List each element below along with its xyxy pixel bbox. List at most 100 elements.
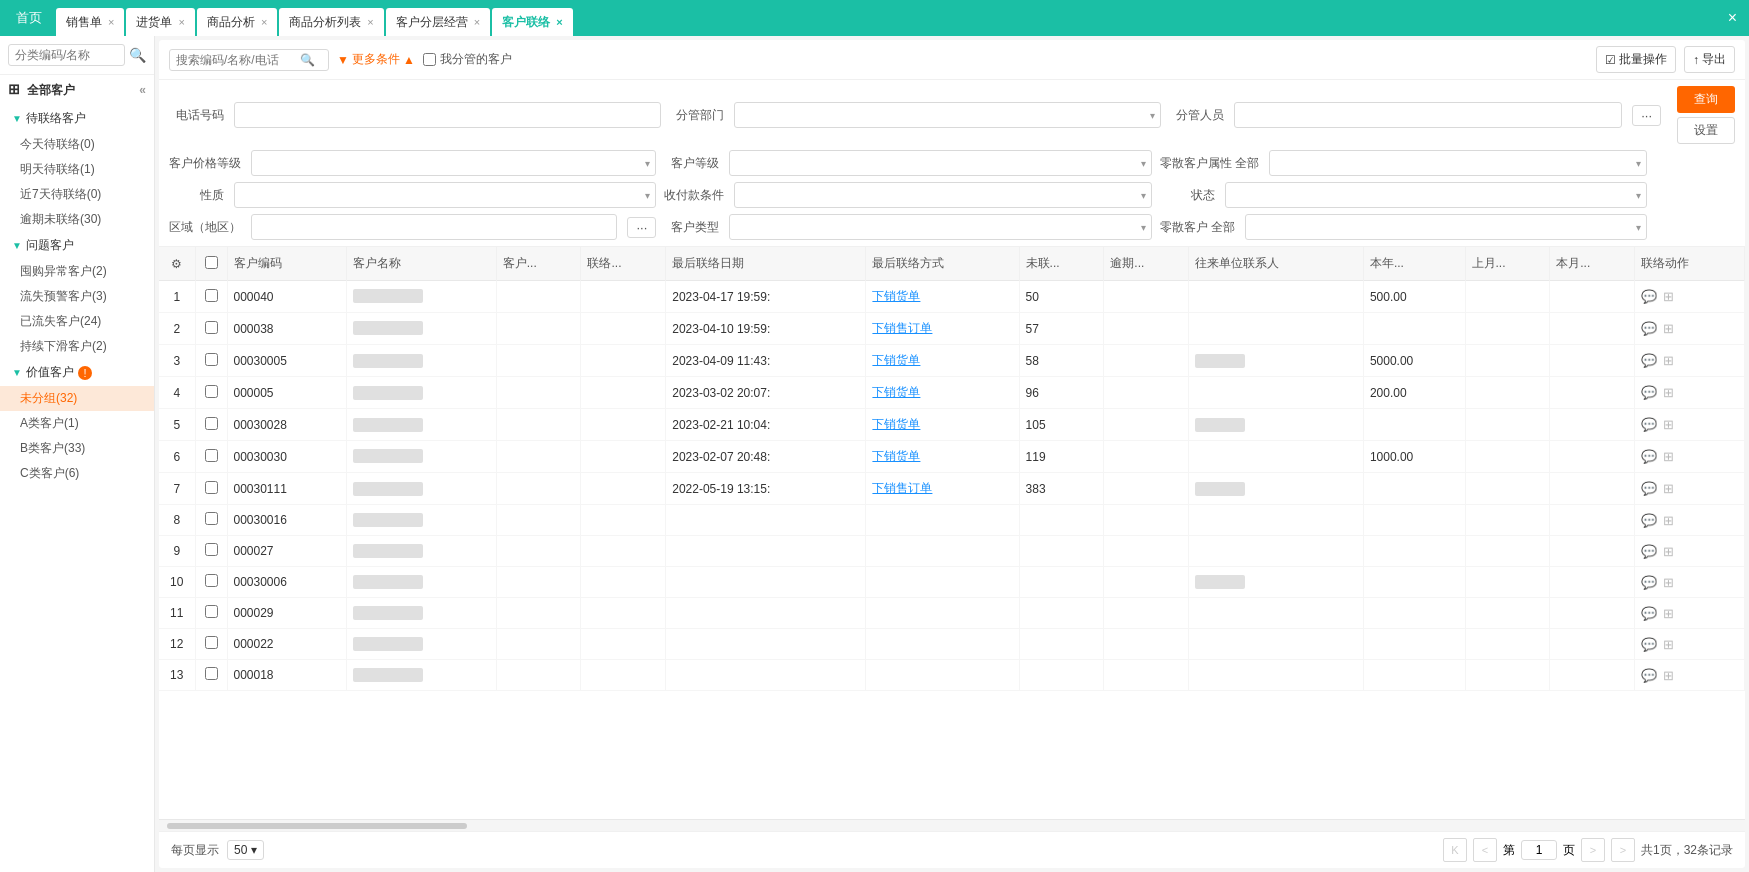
row-checkbox[interactable] xyxy=(205,636,218,649)
row-last-contact-method[interactable]: 下销售订单 xyxy=(866,313,1019,345)
sidebar-value-group[interactable]: ▼ 价值客户 ! xyxy=(0,359,154,386)
chat-icon[interactable]: 💬 xyxy=(1641,321,1657,336)
chat-icon[interactable]: 💬 xyxy=(1641,544,1657,559)
tab-sales-order[interactable]: 销售单 × xyxy=(56,8,124,36)
chat-icon[interactable]: 💬 xyxy=(1641,606,1657,621)
price-level-select[interactable] xyxy=(251,150,656,176)
customer-level-select[interactable] xyxy=(729,150,1151,176)
select-all-checkbox[interactable] xyxy=(205,256,218,269)
row-last-contact-method[interactable] xyxy=(866,629,1019,660)
sidebar-item-hoarding[interactable]: 囤购异常客户(2) xyxy=(0,259,154,284)
tab-customer-tier-close[interactable]: × xyxy=(474,16,480,28)
grid-icon[interactable]: ⊞ xyxy=(1663,289,1674,304)
region-input[interactable] xyxy=(251,214,617,240)
row-last-contact-method[interactable]: 下销货单 xyxy=(866,377,1019,409)
sidebar-all-customers[interactable]: ⊞ 全部客户 « xyxy=(0,75,154,105)
my-customers-checkbox[interactable] xyxy=(423,53,436,66)
row-last-contact-method[interactable] xyxy=(866,536,1019,567)
tab-product-analysis-list-close[interactable]: × xyxy=(367,16,373,28)
row-checkbox[interactable] xyxy=(205,481,218,494)
chat-icon[interactable]: 💬 xyxy=(1641,481,1657,496)
sidebar-item-ungrouped[interactable]: 未分组(32) xyxy=(0,386,154,411)
row-last-contact-method[interactable] xyxy=(866,505,1019,536)
tab-customer-contact-close[interactable]: × xyxy=(556,16,562,28)
filter-search-icon[interactable]: 🔍 xyxy=(300,53,315,67)
grid-icon[interactable]: ⊞ xyxy=(1663,321,1674,336)
export-button[interactable]: ↑ 导出 xyxy=(1684,46,1735,73)
grid-icon[interactable]: ⊞ xyxy=(1663,513,1674,528)
row-checkbox[interactable] xyxy=(205,321,218,334)
payment-select[interactable] xyxy=(734,182,1151,208)
sidebar-item-class-a[interactable]: A类客户(1) xyxy=(0,411,154,436)
last-method-link[interactable]: 下销售订单 xyxy=(872,321,932,335)
sidebar-item-class-b[interactable]: B类客户(33) xyxy=(0,436,154,461)
sidebar-item-overdue-pending[interactable]: 逾期未联络(30) xyxy=(0,207,154,232)
row-last-contact-method[interactable]: 下销货单 xyxy=(866,441,1019,473)
row-checkbox[interactable] xyxy=(205,417,218,430)
grid-icon[interactable]: ⊞ xyxy=(1663,385,1674,400)
grid-icon[interactable]: ⊞ xyxy=(1663,575,1674,590)
tab-customer-tier[interactable]: 客户分层经营 × xyxy=(386,8,490,36)
tab-purchase-order[interactable]: 进货单 × xyxy=(126,8,194,36)
page-number-input[interactable] xyxy=(1521,840,1557,860)
row-last-contact-method[interactable] xyxy=(866,660,1019,691)
first-page-btn[interactable]: K xyxy=(1443,838,1467,862)
row-last-contact-method[interactable]: 下销货单 xyxy=(866,409,1019,441)
tab-product-analysis-list[interactable]: 商品分析列表 × xyxy=(279,8,383,36)
person-input[interactable] xyxy=(1234,102,1622,128)
filter-more-btn[interactable]: ▼ 更多条件 ▲ xyxy=(337,51,415,68)
last-method-link[interactable]: 下销货单 xyxy=(872,353,920,367)
chat-icon[interactable]: 💬 xyxy=(1641,289,1657,304)
row-last-contact-method[interactable]: 下销货单 xyxy=(866,281,1019,313)
query-button[interactable]: 查询 xyxy=(1677,86,1735,113)
sidebar-item-today-pending[interactable]: 今天待联络(0) xyxy=(0,132,154,157)
window-close-button[interactable]: × xyxy=(1720,9,1745,27)
tab-purchase-order-close[interactable]: × xyxy=(178,16,184,28)
row-checkbox[interactable] xyxy=(205,574,218,587)
zero-retail-attr-select[interactable] xyxy=(1269,150,1647,176)
row-checkbox[interactable] xyxy=(205,449,218,462)
row-checkbox[interactable] xyxy=(205,353,218,366)
grid-icon[interactable]: ⊞ xyxy=(1663,637,1674,652)
grid-icon[interactable]: ⊞ xyxy=(1663,606,1674,621)
chat-icon[interactable]: 💬 xyxy=(1641,637,1657,652)
sidebar-collapse-icon[interactable]: « xyxy=(139,83,146,97)
sidebar-item-churn-warning[interactable]: 流失预警客户(3) xyxy=(0,284,154,309)
chat-icon[interactable]: 💬 xyxy=(1641,513,1657,528)
row-checkbox[interactable] xyxy=(205,605,218,618)
home-tab[interactable]: 首页 xyxy=(4,9,54,27)
batch-op-button[interactable]: ☑ 批量操作 xyxy=(1596,46,1676,73)
sidebar-problem-group[interactable]: ▼ 问题客户 xyxy=(0,232,154,259)
row-checkbox[interactable] xyxy=(205,289,218,302)
row-checkbox[interactable] xyxy=(205,667,218,680)
horizontal-scrollbar[interactable] xyxy=(167,823,467,829)
sidebar-item-declining[interactable]: 持续下滑客户(2) xyxy=(0,334,154,359)
nature-select[interactable] xyxy=(234,182,656,208)
row-checkbox[interactable] xyxy=(205,543,218,556)
grid-icon[interactable]: ⊞ xyxy=(1663,353,1674,368)
tab-sales-order-close[interactable]: × xyxy=(108,16,114,28)
row-checkbox[interactable] xyxy=(205,385,218,398)
prev-page-btn[interactable]: < xyxy=(1473,838,1497,862)
sidebar-item-churned[interactable]: 已流失客户(24) xyxy=(0,309,154,334)
chat-icon[interactable]: 💬 xyxy=(1641,668,1657,683)
chat-icon[interactable]: 💬 xyxy=(1641,353,1657,368)
sidebar-search-icon[interactable]: 🔍 xyxy=(129,47,146,63)
tab-product-analysis[interactable]: 商品分析 × xyxy=(197,8,277,36)
reset-button[interactable]: 设置 xyxy=(1677,117,1735,144)
phone-input[interactable] xyxy=(234,102,661,128)
filter-search-input[interactable] xyxy=(176,53,296,67)
sidebar-item-class-c[interactable]: C类客户(6) xyxy=(0,461,154,486)
th-gear[interactable]: ⚙ xyxy=(159,247,195,281)
last-method-link[interactable]: 下销售订单 xyxy=(872,481,932,495)
dept-select[interactable] xyxy=(734,102,1161,128)
next-page-btn[interactable]: > xyxy=(1581,838,1605,862)
last-method-link[interactable]: 下销货单 xyxy=(872,385,920,399)
chat-icon[interactable]: 💬 xyxy=(1641,449,1657,464)
customer-type-select[interactable] xyxy=(729,214,1151,240)
last-method-link[interactable]: 下销货单 xyxy=(872,289,920,303)
chat-icon[interactable]: 💬 xyxy=(1641,575,1657,590)
sidebar-item-tomorrow-pending[interactable]: 明天待联络(1) xyxy=(0,157,154,182)
region-dots-btn[interactable]: ··· xyxy=(627,217,656,238)
grid-icon[interactable]: ⊞ xyxy=(1663,449,1674,464)
